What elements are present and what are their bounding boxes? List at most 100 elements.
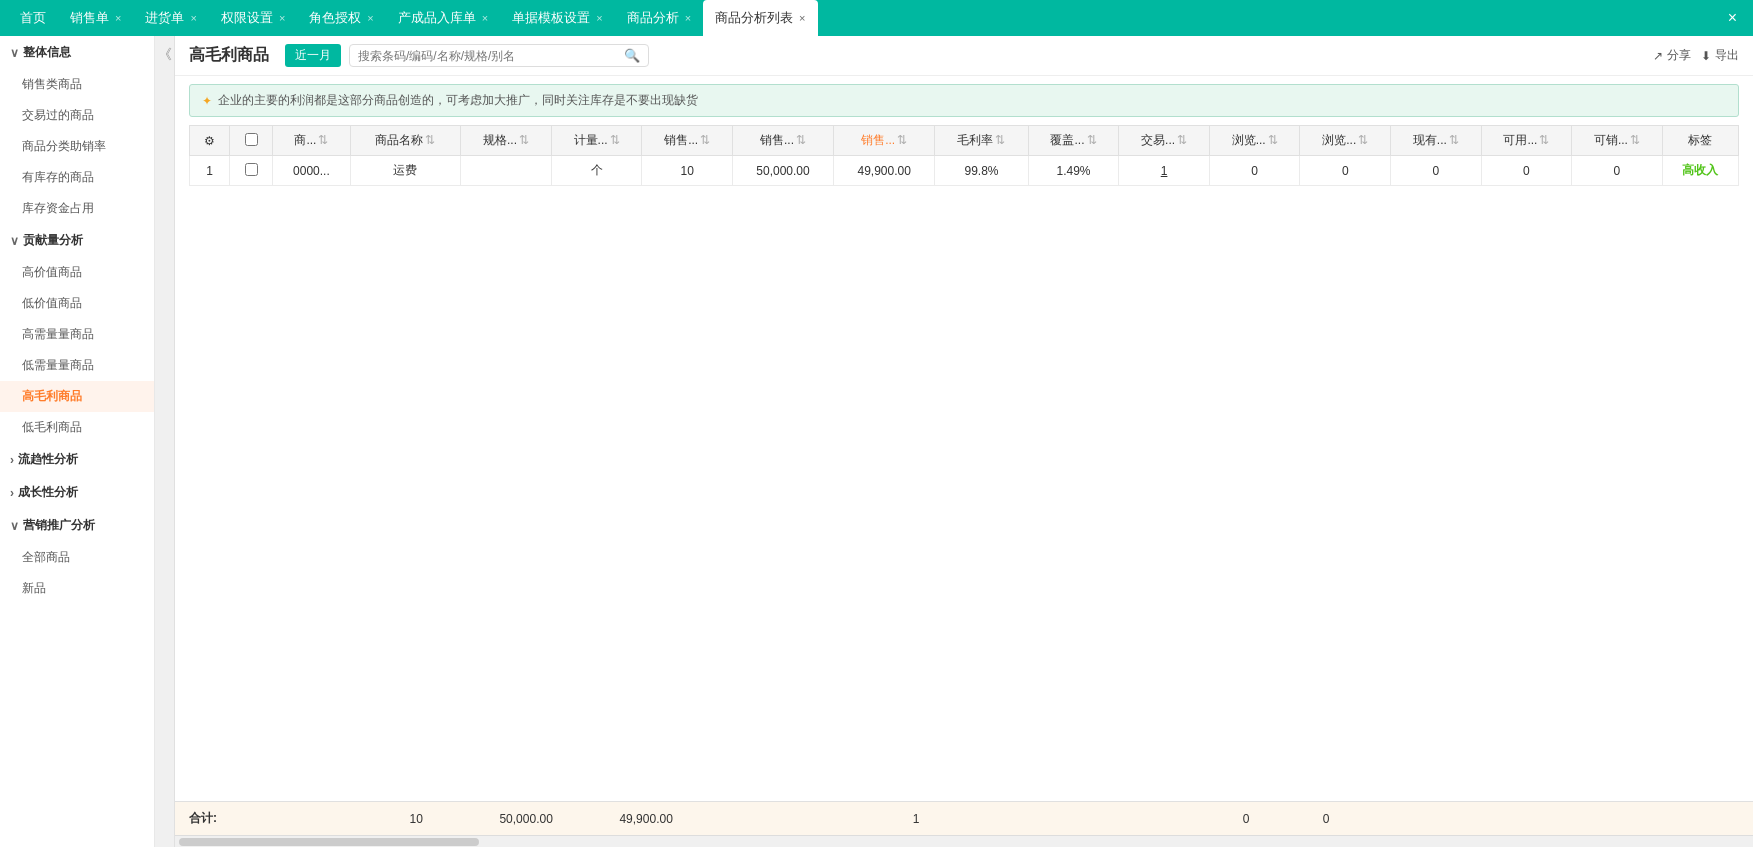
transaction-link[interactable]: 1 [1161, 164, 1168, 178]
cell-name[interactable]: 运费 [350, 156, 461, 186]
close-template-icon[interactable]: × [596, 12, 602, 24]
nav-purchase[interactable]: 进货单 × [133, 0, 208, 36]
period-button[interactable]: 近一月 [285, 44, 341, 67]
footer-available: 0 [1206, 812, 1286, 826]
export-icon: ⬇ [1701, 49, 1711, 63]
col-sales-amount[interactable]: 销售...⇅ [732, 126, 833, 156]
cell-coverage: 1.49% [1028, 156, 1119, 186]
cell-code[interactable]: 0000... [273, 156, 350, 186]
close-analysis-list-icon[interactable]: × [799, 12, 805, 24]
nav-template[interactable]: 单据模板设置 × [500, 0, 614, 36]
sidebar-group-trend[interactable]: › 流趋性分析 [0, 443, 154, 476]
nav-product-in[interactable]: 产成品入库单 × [386, 0, 500, 36]
close-product-in-icon[interactable]: × [482, 12, 488, 24]
sidebar-item-all-goods[interactable]: 全部商品 [0, 542, 154, 573]
cell-unit: 个 [551, 156, 642, 186]
tag-label: 高收入 [1682, 163, 1718, 177]
sidebar-group-growth[interactable]: › 成长性分析 [0, 476, 154, 509]
table-header-row: ⚙ 商...⇅ 商品名称⇅ 规格...⇅ 计量...⇅ 销售...⇅ 销售...… [190, 126, 1739, 156]
col-tag[interactable]: 标签 [1662, 126, 1738, 156]
cell-browse1: 0 [1209, 156, 1300, 186]
sidebar-item-sales-goods[interactable]: 销售类商品 [0, 69, 154, 100]
cell-checkbox [230, 156, 273, 186]
close-permission-icon[interactable]: × [279, 12, 285, 24]
nav-home[interactable]: 首页 [8, 0, 58, 36]
total-label: 合计: [189, 810, 366, 827]
close-sales-icon[interactable]: × [115, 12, 121, 24]
sidebar-group-overall[interactable]: ∨ 整体信息 [0, 36, 154, 69]
footer-sales-qty: 10 [366, 812, 466, 826]
col-settings[interactable]: ⚙ [190, 126, 230, 156]
cell-current-stock: 0 [1391, 156, 1482, 186]
sidebar-group-contribution[interactable]: ∨ 贡献量分析 [0, 224, 154, 257]
nav-sales[interactable]: 销售单 × [58, 0, 133, 36]
row-checkbox[interactable] [245, 163, 258, 176]
top-nav: 首页 销售单 × 进货单 × 权限设置 × 角色授权 × 产成品入库单 × 单据… [0, 0, 1753, 36]
nav-analysis[interactable]: 商品分析 × [615, 0, 703, 36]
sidebar-item-low-margin[interactable]: 低毛利商品 [0, 412, 154, 443]
sidebar-group-marketing[interactable]: ∨ 营销推广分析 [0, 509, 154, 542]
nav-role[interactable]: 角色授权 × [297, 0, 385, 36]
sidebar: ∨ 整体信息 销售类商品 交易过的商品 商品分类助销率 有库存的商品 库存资金占… [0, 36, 155, 847]
col-spec[interactable]: 规格...⇅ [461, 126, 552, 156]
cell-spec [461, 156, 552, 186]
sidebar-item-high-value[interactable]: 高价值商品 [0, 257, 154, 288]
search-input[interactable] [358, 49, 624, 63]
nav-analysis-list[interactable]: 商品分析列表 × [703, 0, 817, 36]
col-browse2[interactable]: 浏览...⇅ [1300, 126, 1391, 156]
cell-sales-amount: 50,000.00 [732, 156, 833, 186]
col-sales-qty[interactable]: 销售...⇅ [642, 126, 733, 156]
export-button[interactable]: ⬇ 导出 [1701, 47, 1739, 64]
col-gross-margin[interactable]: 毛利率⇅ [935, 126, 1028, 156]
arrow-right-icon: › [10, 453, 14, 467]
window-close-button[interactable]: × [1720, 9, 1745, 27]
sidebar-collapse-button[interactable]: 《 [155, 36, 175, 847]
col-checkbox [230, 126, 273, 156]
col-unit[interactable]: 计量...⇅ [551, 126, 642, 156]
footer-sales-amount: 50,000.00 [466, 812, 586, 826]
sidebar-item-in-stock[interactable]: 有库存的商品 [0, 162, 154, 193]
cell-sellable: 0 [1572, 156, 1663, 186]
sidebar-item-category-rate[interactable]: 商品分类助销率 [0, 131, 154, 162]
sidebar-item-new-goods[interactable]: 新品 [0, 573, 154, 604]
col-code[interactable]: 商...⇅ [273, 126, 350, 156]
footer-total: 合计: 10 50,000.00 49,900.00 1 0 0 [175, 801, 1753, 835]
close-analysis-icon[interactable]: × [685, 12, 691, 24]
arrow-down-icon3: ∨ [10, 519, 19, 533]
cell-transactions: 1 [1119, 156, 1210, 186]
horizontal-scrollbar[interactable] [175, 835, 1753, 847]
sidebar-item-high-margin[interactable]: 高毛利商品 [0, 381, 154, 412]
warning-icon: ✦ [202, 94, 212, 108]
sidebar-item-traded[interactable]: 交易过的商品 [0, 100, 154, 131]
search-icon[interactable]: 🔍 [624, 48, 640, 63]
sidebar-item-low-demand[interactable]: 低需量量商品 [0, 350, 154, 381]
close-purchase-icon[interactable]: × [190, 12, 196, 24]
select-all-checkbox[interactable] [245, 133, 258, 146]
col-coverage[interactable]: 覆盖...⇅ [1028, 126, 1119, 156]
sidebar-item-capital[interactable]: 库存资金占用 [0, 193, 154, 224]
col-sales-cost[interactable]: 销售...⇅ [834, 126, 935, 156]
share-button[interactable]: ↗ 分享 [1653, 47, 1691, 64]
col-current-stock[interactable]: 现有...⇅ [1391, 126, 1482, 156]
sidebar-item-high-demand[interactable]: 高需量量商品 [0, 319, 154, 350]
cell-sales-cost: 49,900.00 [834, 156, 935, 186]
table-container: ⚙ 商...⇅ 商品名称⇅ 规格...⇅ 计量...⇅ 销售...⇅ 销售...… [175, 125, 1753, 801]
page-title: 高毛利商品 [189, 45, 269, 66]
search-box: 🔍 [349, 44, 649, 67]
close-role-icon[interactable]: × [367, 12, 373, 24]
col-name[interactable]: 商品名称⇅ [350, 126, 461, 156]
sidebar-item-low-value[interactable]: 低价值商品 [0, 288, 154, 319]
col-sellable[interactable]: 可销...⇅ [1572, 126, 1663, 156]
footer-transactions: 1 [866, 812, 966, 826]
col-transactions[interactable]: 交易...⇅ [1119, 126, 1210, 156]
info-banner: ✦ 企业的主要的利润都是这部分商品创造的，可考虑加大推广，同时关注库存是不要出现… [189, 84, 1739, 117]
scrollbar-thumb[interactable] [179, 838, 479, 846]
arrow-down-icon: ∨ [10, 46, 19, 60]
cell-available: 0 [1481, 156, 1572, 186]
table-row: 1 0000... 运费 个 10 50,000.00 49,900.00 99… [190, 156, 1739, 186]
action-buttons: ↗ 分享 ⬇ 导出 [1653, 47, 1739, 64]
col-available[interactable]: 可用...⇅ [1481, 126, 1572, 156]
col-browse1[interactable]: 浏览...⇅ [1209, 126, 1300, 156]
cell-browse2: 0 [1300, 156, 1391, 186]
nav-permission[interactable]: 权限设置 × [209, 0, 297, 36]
